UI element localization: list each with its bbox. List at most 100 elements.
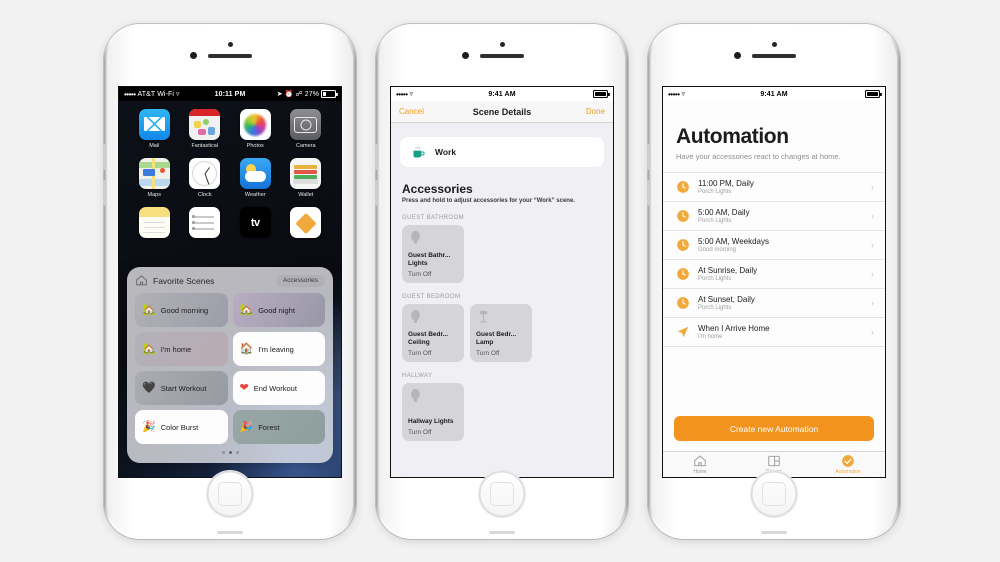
volume-up-button[interactable] bbox=[103, 144, 106, 170]
automation-list: 11:00 PM, Daily Porch Lights › 5:00 AM, … bbox=[663, 172, 885, 407]
widget-title: Favorite Scenes bbox=[153, 275, 215, 286]
app-label: Fantastical bbox=[191, 143, 219, 149]
battery-percent-label: 27% bbox=[304, 90, 320, 98]
status-bar-left: ••••• ▿ bbox=[668, 90, 760, 99]
app-icon-clock[interactable]: Clock bbox=[180, 158, 231, 198]
scene-grid: 🏡 Good morning 🏡 Good night 🏡 I'm home 🏠… bbox=[135, 293, 325, 444]
app-icon-weather[interactable]: Weather bbox=[230, 158, 281, 198]
home-screen: Mail Fantastical Photos Camera Maps Cloc… bbox=[119, 101, 341, 477]
tab-home[interactable]: Home bbox=[663, 454, 737, 475]
tv-icon bbox=[239, 207, 271, 238]
create-new-automation-button[interactable]: Create new Automation bbox=[674, 416, 874, 441]
scene-name-row[interactable]: Work bbox=[400, 137, 604, 167]
app-icon-maps[interactable]: Maps bbox=[129, 158, 180, 198]
earpiece-speaker bbox=[208, 54, 252, 58]
scene-tile-end-workout[interactable]: ❤ End Workout bbox=[232, 371, 325, 405]
accessory-tile[interactable]: Guest Bathr... Lights Turn Off bbox=[402, 225, 464, 283]
status-bar: ••••• ▿ 9:41 AM bbox=[391, 87, 613, 101]
wifi-icon: ▿ bbox=[176, 91, 180, 98]
widget-page-dots[interactable] bbox=[135, 451, 325, 454]
black-heart-icon: 🖤 bbox=[142, 381, 156, 394]
automation-text: At Sunrise, Daily Porch Lights bbox=[698, 266, 863, 282]
carrier-label: AT&T Wi-Fi bbox=[137, 90, 175, 98]
clock-icon bbox=[676, 267, 690, 281]
app-icon-tv[interactable] bbox=[230, 207, 281, 238]
automation-row[interactable]: 5:00 AM, Daily Porch Lights › bbox=[663, 202, 885, 232]
home-button[interactable] bbox=[207, 471, 253, 517]
accessories-toggle-button[interactable]: Accessories bbox=[275, 274, 325, 287]
tab-automation[interactable]: Automation bbox=[811, 454, 885, 475]
proximity-sensor bbox=[228, 42, 233, 47]
status-bar-right bbox=[516, 90, 610, 98]
app-icon-notes[interactable] bbox=[129, 207, 180, 238]
automation-title: 5:00 AM, Weekdays bbox=[698, 237, 769, 247]
accessory-name: Guest Bedr... Ceiling bbox=[408, 331, 449, 346]
volume-down-button[interactable] bbox=[375, 180, 378, 206]
calendar-icon bbox=[189, 109, 221, 140]
battery-icon bbox=[865, 90, 882, 98]
proximity-sensor bbox=[772, 42, 777, 47]
accessories-heading: Accessories bbox=[402, 182, 473, 196]
automation-title: When I Arrive Home bbox=[698, 324, 770, 334]
status-bar-left: ••••• AT&T Wi-Fi ▿ bbox=[124, 90, 215, 99]
cancel-button[interactable]: Cancel bbox=[399, 107, 439, 116]
app-icon-wallet[interactable]: Wallet bbox=[281, 158, 332, 198]
automation-row[interactable]: At Sunset, Daily Porch Lights › bbox=[663, 289, 885, 319]
app-icon-camera[interactable]: Camera bbox=[281, 109, 332, 149]
scene-tile-forest[interactable]: 🎉 Forest bbox=[232, 410, 325, 444]
page-dot-active bbox=[228, 451, 232, 454]
battery-icon bbox=[321, 90, 338, 98]
volume-up-button[interactable] bbox=[647, 144, 650, 170]
volume-down-button[interactable] bbox=[647, 180, 650, 206]
home-button[interactable] bbox=[751, 471, 797, 517]
accessory-name: Guest Bathr... Lights bbox=[408, 252, 451, 267]
status-bar-time: 10:11 PM bbox=[214, 90, 246, 98]
status-bar-left: ••••• ▿ bbox=[396, 90, 488, 99]
automation-icon bbox=[841, 454, 855, 468]
phone-device-2: ••••• ▿ 9:41 AM Cancel Scene Details Don… bbox=[375, 24, 628, 539]
wifi-icon: ▿ bbox=[681, 91, 686, 98]
accessory-tile[interactable]: Guest Bedr... Lamp Turn Off bbox=[470, 304, 532, 362]
automation-row[interactable]: At Sunrise, Daily Porch Lights › bbox=[663, 260, 885, 290]
volume-up-button[interactable] bbox=[375, 144, 378, 170]
scene-tile-good-night[interactable]: 🏡 Good night bbox=[232, 293, 325, 327]
page-title: Automation bbox=[676, 125, 789, 148]
automation-subtitle: Porch Lights bbox=[698, 276, 732, 283]
done-button[interactable]: Done bbox=[565, 107, 605, 116]
accessory-row: Guest Bedr... Ceiling Turn Off Guest Bed… bbox=[391, 304, 613, 362]
app-label: Mail bbox=[149, 143, 160, 149]
clock-icon bbox=[189, 158, 221, 189]
automation-row[interactable]: When I Arrive Home I'm home › bbox=[663, 318, 885, 348]
scene-label: Forest bbox=[258, 422, 280, 432]
scene-tile-good-morning[interactable]: 🏡 Good morning bbox=[135, 293, 228, 327]
clock-icon bbox=[676, 296, 690, 310]
accessory-state: Turn Off bbox=[408, 271, 432, 278]
automation-row[interactable]: 5:00 AM, Weekdays Good morning › bbox=[663, 231, 885, 261]
scene-tile-im-home[interactable]: 🏡 I'm home bbox=[135, 332, 228, 366]
home-button[interactable] bbox=[479, 471, 525, 517]
automation-title: 5:00 AM, Daily bbox=[698, 208, 750, 218]
wifi-icon: ▿ bbox=[409, 91, 414, 98]
chevron-right-icon: › bbox=[871, 298, 874, 309]
app-icon-mail[interactable]: Mail bbox=[129, 109, 180, 149]
app-icon-home[interactable] bbox=[281, 207, 332, 238]
accessory-state: Turn Off bbox=[476, 350, 500, 357]
clock-icon bbox=[676, 180, 690, 194]
automation-row[interactable]: 11:00 PM, Daily Porch Lights › bbox=[663, 172, 885, 203]
bulb-icon bbox=[409, 309, 422, 331]
signal-dots-icon: ••••• bbox=[668, 89, 680, 99]
maps-icon bbox=[138, 158, 170, 189]
scene-tile-color-burst[interactable]: 🎉 Color Burst bbox=[135, 410, 228, 444]
accessory-tile[interactable]: Hallway Lights Turn Off bbox=[402, 383, 464, 441]
scene-label: Good night bbox=[258, 305, 295, 315]
rooms-icon bbox=[767, 454, 781, 468]
volume-down-button[interactable] bbox=[103, 180, 106, 206]
chevron-right-icon: › bbox=[871, 327, 874, 338]
status-bar-time: 9:41 AM bbox=[760, 90, 788, 98]
app-icon-photos[interactable]: Photos bbox=[230, 109, 281, 149]
app-icon-reminders[interactable] bbox=[180, 207, 231, 238]
scene-tile-im-leaving[interactable]: 🏠 I'm leaving bbox=[232, 332, 325, 366]
scene-tile-start-workout[interactable]: 🖤 Start Workout bbox=[135, 371, 228, 405]
accessory-tile[interactable]: Guest Bedr... Ceiling Turn Off bbox=[402, 304, 464, 362]
app-icon-fantastical[interactable]: Fantastical bbox=[180, 109, 231, 149]
